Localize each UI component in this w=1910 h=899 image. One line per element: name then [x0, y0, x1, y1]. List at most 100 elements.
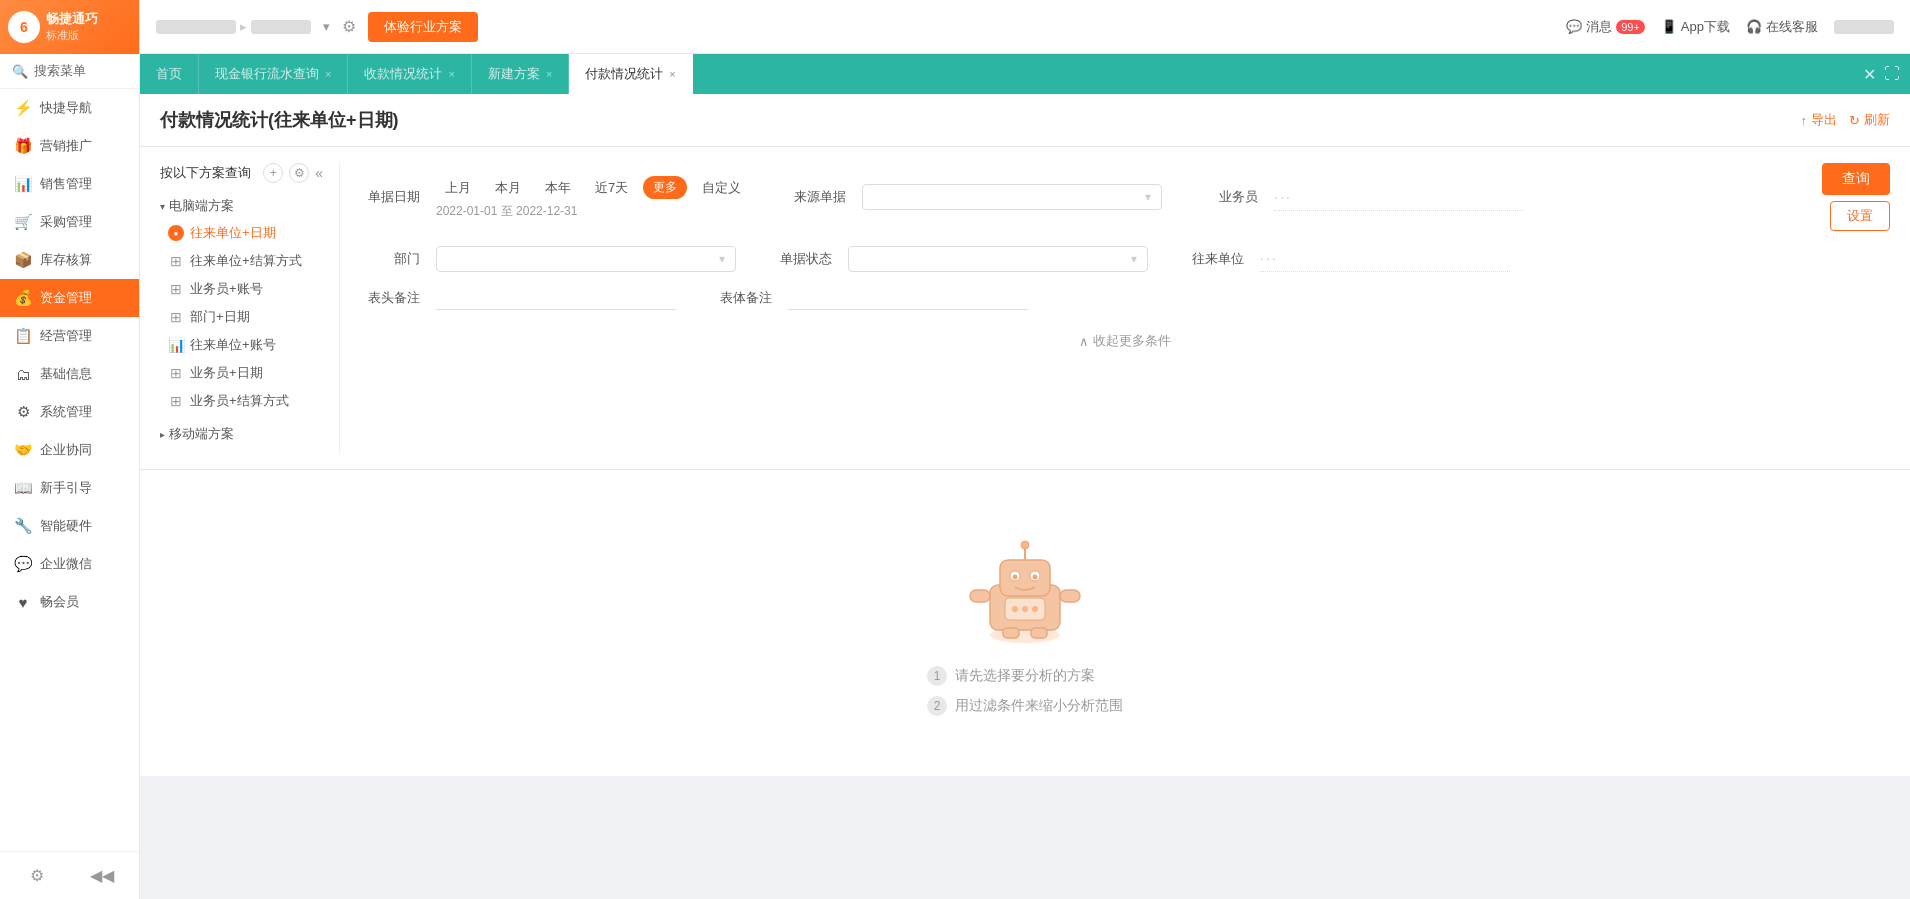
tip-1-num: 1	[927, 666, 947, 686]
collapse-row: ∧ 收起更多条件	[360, 324, 1890, 358]
zhineng-label: 智能硬件	[40, 517, 92, 535]
scheme-add-button[interactable]: +	[263, 163, 283, 183]
sidebar-settings-btn[interactable]: ⚙	[8, 860, 67, 891]
sidebar-item-caigou[interactable]: 🛒 采购管理	[0, 203, 139, 241]
refresh-button[interactable]: ↻ 刷新	[1849, 111, 1890, 129]
export-icon: ↑	[1801, 113, 1808, 128]
sidebar-item-zhineng[interactable]: 🔧 智能硬件	[0, 507, 139, 545]
scheme-item-2-label: 往来单位+结算方式	[190, 252, 302, 270]
svg-point-13	[1022, 606, 1028, 612]
xinshou-label: 新手引导	[40, 479, 92, 497]
tab-cashflow[interactable]: 现金银行流水查询 ×	[199, 54, 348, 94]
qiye-icon: 🤝	[14, 441, 32, 459]
sidebar-item-weixin[interactable]: 💬 企业微信	[0, 545, 139, 583]
dept-select[interactable]: ▾	[436, 246, 736, 272]
sidebar-item-qiye[interactable]: 🤝 企业协同	[0, 431, 139, 469]
topbar-settings-icon[interactable]: ⚙	[342, 17, 356, 36]
service-group[interactable]: 🎧 在线客服	[1746, 18, 1818, 36]
tip-2-text: 用过滤条件来缩小分析范围	[955, 697, 1123, 715]
scheme-item-5[interactable]: 📊 往来单位+账号	[160, 331, 323, 359]
date-more-button[interactable]: 更多	[643, 176, 687, 199]
sidebar-item-zijin[interactable]: 💰 资金管理	[0, 279, 139, 317]
filter-panel: 按以下方案查询 + ⚙ « ▾ 电脑端方案 ●	[140, 147, 1910, 470]
tabs-close-all-btn[interactable]: ✕	[1863, 65, 1876, 84]
pc-scheme-group-header[interactable]: ▾ 电脑端方案	[160, 193, 323, 219]
sidebar-item-yingxiao[interactable]: 🎁 营销推广	[0, 127, 139, 165]
tab-receipt[interactable]: 收款情况统计 ×	[348, 54, 471, 94]
sidebar-item-xinshou[interactable]: 📖 新手引导	[0, 469, 139, 507]
export-label: 导出	[1811, 111, 1837, 129]
query-button[interactable]: 查询	[1822, 163, 1890, 195]
counterparty-select[interactable]: ···	[1260, 245, 1510, 272]
main-content: ▸ ▾ ⚙ 体验行业方案 💬 消息 99+ 📱 App下载 🎧 在线客服	[140, 0, 1910, 899]
empty-tip-2: 2 用过滤条件来缩小分析范围	[927, 696, 1123, 716]
date-option-7days[interactable]: 近7天	[586, 175, 637, 201]
kuaijie-icon: ⚡	[14, 99, 32, 117]
sidebar-item-kucun[interactable]: 📦 库存核算	[0, 241, 139, 279]
scheme-settings-button[interactable]: ⚙	[289, 163, 309, 183]
tab-newplan[interactable]: 新建方案 ×	[472, 54, 569, 94]
empty-icon	[965, 530, 1085, 650]
sidebar-item-xitong[interactable]: ⚙ 系统管理	[0, 393, 139, 431]
qiye-label: 企业协同	[40, 441, 92, 459]
scheme-item-1-icon: ●	[168, 225, 184, 241]
source-voucher-select[interactable]: ▾	[862, 184, 1162, 210]
filter-settings-button[interactable]: 设置	[1830, 201, 1890, 231]
caigou-icon: 🛒	[14, 213, 32, 231]
search-menu[interactable]: 🔍 搜索菜单	[0, 54, 139, 89]
mobile-scheme-group-header[interactable]: ▸ 移动端方案	[160, 421, 323, 447]
scheme-item-1[interactable]: ● 往来单位+日期	[160, 219, 323, 247]
scheme-item-4[interactable]: ⊞ 部门+日期	[160, 303, 323, 331]
scheme-item-3[interactable]: ⊞ 业务员+账号	[160, 275, 323, 303]
date-option-custom[interactable]: 自定义	[693, 175, 750, 201]
tabs-maximize-btn[interactable]: ⛶	[1884, 65, 1900, 83]
date-option-this-year[interactable]: 本年	[536, 175, 580, 201]
tab-cashflow-label: 现金银行流水查询	[215, 65, 319, 83]
experience-scheme-button[interactable]: 体验行业方案	[368, 12, 478, 42]
tab-receipt-label: 收款情况统计	[364, 65, 442, 83]
scheme-collapse-button[interactable]: «	[315, 165, 323, 181]
salesman-select[interactable]: ···	[1274, 184, 1524, 211]
tip-1-text: 请先选择要分析的方案	[955, 667, 1095, 685]
tab-payment[interactable]: 付款情况统计 ×	[569, 54, 692, 94]
xitong-icon: ⚙	[14, 403, 32, 421]
scheme-item-2[interactable]: ⊞ 往来单位+结算方式	[160, 247, 323, 275]
user-avatar[interactable]	[1834, 20, 1894, 34]
app-download-label: App下载	[1681, 18, 1730, 36]
date-range-display: 2022-01-01 至 2022-12-31	[436, 203, 750, 220]
chang-label: 畅会员	[40, 593, 79, 611]
sidebar-collapse-btn[interactable]: ◀◀	[73, 860, 132, 891]
sidebar-item-jichu[interactable]: 🗂 基础信息	[0, 355, 139, 393]
scheme-item-7[interactable]: ⊞ 业务员+结算方式	[160, 387, 323, 415]
filter-row-3: 表头备注 表体备注	[360, 286, 1890, 310]
filter-actions: 查询 设置	[1822, 163, 1890, 231]
counterparty-label: 往来单位	[1184, 250, 1244, 268]
tab-payment-close[interactable]: ×	[669, 69, 675, 80]
weixin-icon: 💬	[14, 555, 32, 573]
data-area: 1 请先选择要分析的方案 2 用过滤条件来缩小分析范围	[140, 470, 1910, 776]
app-download-group[interactable]: 📱 App下载	[1661, 18, 1730, 36]
collapse-conditions-button[interactable]: ∧ 收起更多条件	[1071, 324, 1179, 358]
header-note-input[interactable]	[436, 286, 676, 310]
tab-home[interactable]: 首页	[140, 54, 199, 94]
sidebar-item-chang[interactable]: ♥ 畅会员	[0, 583, 139, 621]
tab-newplan-close[interactable]: ×	[546, 69, 552, 80]
export-button[interactable]: ↑ 导出	[1801, 111, 1838, 129]
edition-label: 标准版	[46, 28, 98, 43]
sidebar-footer: ⚙ ◀◀	[0, 851, 139, 899]
yingxiao-icon: 🎁	[14, 137, 32, 155]
message-group[interactable]: 💬 消息 99+	[1566, 18, 1645, 36]
tab-cashflow-close[interactable]: ×	[325, 69, 331, 80]
service-icon: 🎧	[1746, 19, 1762, 34]
sidebar-item-jingying[interactable]: 📋 经营管理	[0, 317, 139, 355]
topbar-dropdown-arrow[interactable]: ▾	[323, 19, 330, 34]
sidebar-item-kuaijie[interactable]: ⚡ 快捷导航	[0, 89, 139, 127]
voucher-status-select[interactable]: ▾	[848, 246, 1148, 272]
scheme-item-6[interactable]: ⊞ 业务员+日期	[160, 359, 323, 387]
tab-receipt-close[interactable]: ×	[448, 69, 454, 80]
date-option-this-month[interactable]: 本月	[486, 175, 530, 201]
scheme-item-5-icon: 📊	[168, 337, 184, 353]
date-option-last-month[interactable]: 上月	[436, 175, 480, 201]
body-note-input[interactable]	[788, 286, 1028, 310]
sidebar-item-xiaoshou[interactable]: 📊 销售管理	[0, 165, 139, 203]
